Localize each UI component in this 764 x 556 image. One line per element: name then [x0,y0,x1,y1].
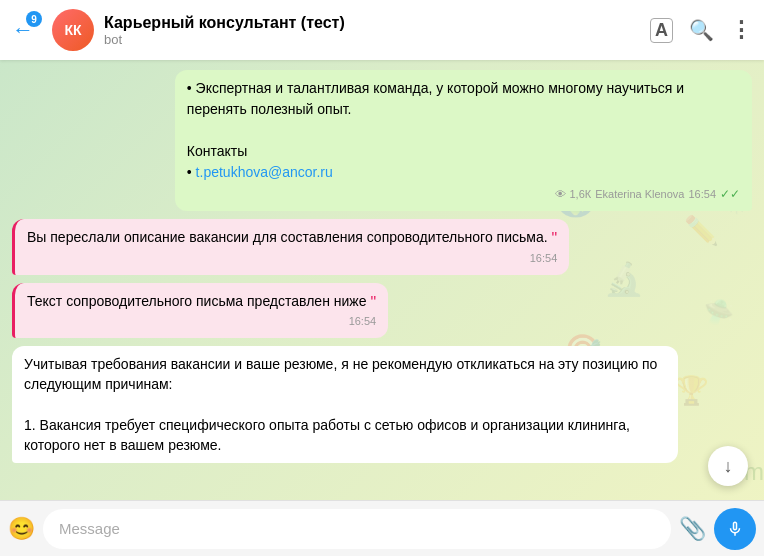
message-bubble: Вы переслали описание вакансии для соста… [12,219,569,274]
mic-button[interactable] [714,508,756,550]
eye-icon: 👁 [555,187,566,203]
avatar: КК [52,9,94,51]
chat-title: Карьерный консультант (тест) [104,14,650,32]
message-text: Текст сопроводительного письма представл… [27,291,376,311]
back-button[interactable]: ← 9 [12,17,34,43]
message-row: • Экспертная и талантливая команда, у ко… [12,70,752,211]
message-input[interactable] [43,509,671,549]
message-row: Текст сопроводительного письма представл… [12,283,752,338]
scroll-down-icon: ↓ [724,456,733,477]
input-bar: 😊 📎 [0,500,764,556]
message-bubble: Текст сопроводительного письма представл… [12,283,388,338]
message-meta: 16:54 [27,251,557,267]
quote-icon: " [552,227,558,250]
message-text: Учитывая требования вакансии и ваше резю… [24,354,666,455]
quote-icon: " [370,291,376,314]
message-time: 16:54 [688,187,716,203]
message-text: • Экспертная и талантливая команда, у ко… [187,78,740,183]
scroll-down-button[interactable]: ↓ [708,446,748,486]
search-icon[interactable]: 🔍 [689,18,714,42]
message-bubble: Учитывая требования вакансии и ваше резю… [12,346,678,463]
message-meta: 👁 1,6К Ekaterina Klenova 16:54 ✓✓ [187,186,740,203]
message-meta: 16:54 [27,314,376,330]
message-text: Вы переслали описание вакансии для соста… [27,227,557,247]
emoji-button[interactable]: 😊 [8,516,35,542]
header-info: Карьерный консультант (тест) bot [104,14,650,47]
message-row: Вы переслали описание вакансии для соста… [12,219,752,274]
chat-area: • Экспертная и талантливая команда, у ко… [0,60,764,500]
double-check-icon: ✓✓ [720,186,740,203]
header-actions: A 🔍 ⋮ [650,17,752,43]
more-options-icon[interactable]: ⋮ [730,17,752,43]
mic-icon [726,520,744,538]
message-row: Учитывая требования вакансии и ваше резю… [12,346,752,463]
sender-name: Ekaterina Klenova [595,187,684,203]
email-link[interactable]: t.petukhova@ancor.ru [196,164,333,180]
message-time: 16:54 [530,251,558,267]
chat-subtitle: bot [104,32,650,47]
notification-badge: 9 [26,11,42,27]
message-time: 16:54 [349,314,377,330]
attach-button[interactable]: 📎 [679,516,706,542]
message-bubble: • Экспертная и талантливая команда, у ко… [175,70,752,211]
chat-header: ← 9 КК Карьерный консультант (тест) bot … [0,0,764,60]
view-count: 👁 1,6К [555,187,591,203]
translate-icon[interactable]: A [650,18,673,43]
